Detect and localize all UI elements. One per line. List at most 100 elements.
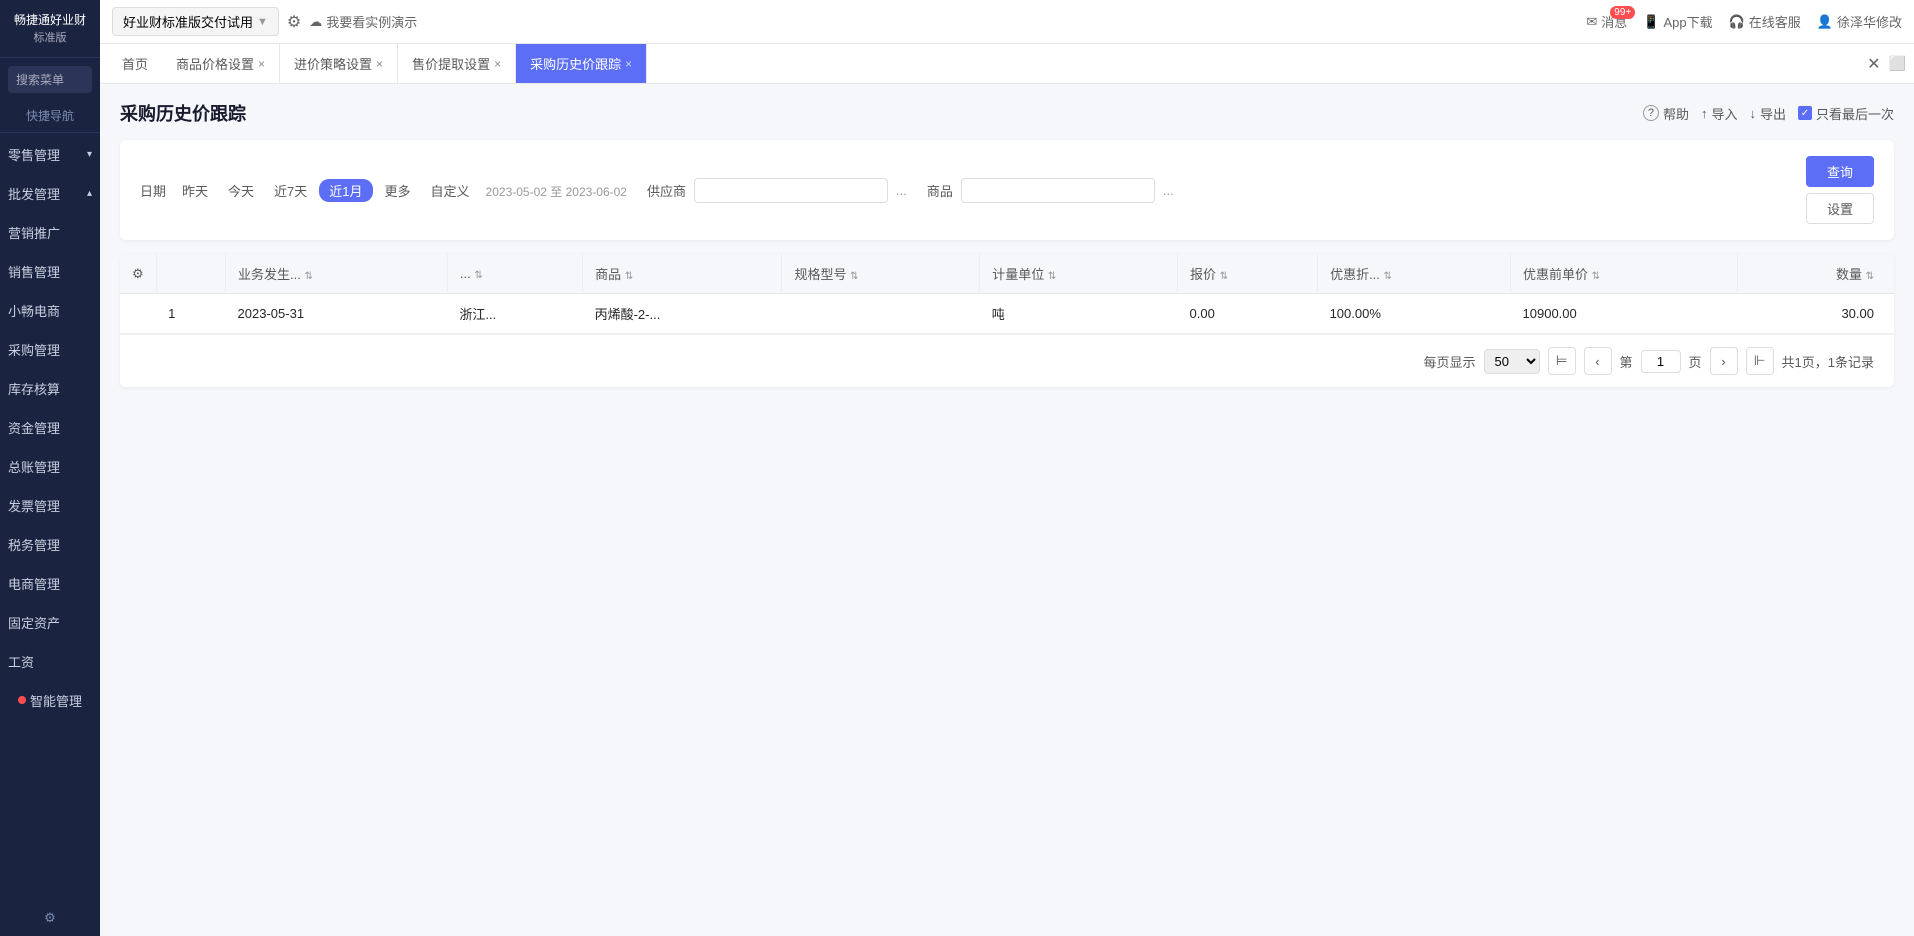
th-spec-label: 规格型号 (794, 267, 846, 282)
version-dropdown-icon: ▼ (257, 16, 268, 28)
tab-home[interactable]: 首页 (108, 44, 162, 84)
page-suffix: 页 (1689, 352, 1702, 371)
goods-filter-group: 商品 ... (927, 178, 1174, 203)
sidebar-item-fixed-assets[interactable]: 固定资产 (0, 603, 100, 642)
table-gear-col[interactable]: ⚙ (120, 254, 156, 294)
tab-sale-price[interactable]: 售价提取设置 × (398, 44, 516, 84)
th-quote[interactable]: 报价 ⇅ (1178, 254, 1318, 294)
sidebar-item-ecommerce-small[interactable]: 小畅电商 (0, 291, 100, 330)
row-goods-cell: 丙烯酸-2-... (583, 294, 782, 334)
only-last-checkbox[interactable]: ✓ (1798, 106, 1812, 120)
tab-price[interactable]: 商品价格设置 × (162, 44, 280, 84)
sidebar-search-area[interactable]: 搜索菜单 (0, 58, 100, 101)
date-btn-1month[interactable]: 近1月 (319, 179, 372, 202)
th-discount[interactable]: 优惠折... ⇅ (1318, 254, 1511, 294)
goods-input[interactable] (961, 178, 1155, 203)
date-btn-custom[interactable]: 自定义 (423, 179, 478, 202)
tab-sale-price-close-icon[interactable]: × (494, 57, 501, 71)
user-name-label: 徐泽华修改 (1837, 12, 1902, 31)
sort-pre-discount-price-icon: ⇅ (1592, 271, 1600, 282)
data-table: ⚙ 业务发生... ⇅ ... ⇅ 商品 ⇅ (120, 254, 1894, 334)
sidebar-item-purchase[interactable]: 采购管理 (0, 330, 100, 369)
sort-quote-icon: ⇅ (1220, 271, 1228, 282)
topbar-right: ✉ 消息 99+ 📱 App下载 🎧 在线客服 👤 徐泽华修改 (1586, 12, 1902, 31)
app-download-icon: 📱 (1643, 14, 1659, 30)
th-unit-label: 计量单位 (992, 267, 1044, 282)
sidebar-item-general-ledger[interactable]: 总账管理 (0, 447, 100, 486)
table-gear-icon[interactable]: ⚙ (132, 266, 144, 281)
user-menu-btn[interactable]: 👤 徐泽华修改 (1817, 12, 1902, 31)
sidebar-item-tax[interactable]: 税务管理 (0, 525, 100, 564)
th-unit[interactable]: 计量单位 ⇅ (980, 254, 1178, 294)
sort-goods-icon: ⇅ (625, 271, 633, 282)
settings-btn[interactable]: 设置 (1806, 193, 1874, 224)
last-page-btn[interactable]: ⊩ (1746, 347, 1774, 375)
row-supplier-cell: 浙江... (447, 294, 582, 334)
import-btn[interactable]: ↑ 导入 (1701, 104, 1738, 123)
user-avatar-icon: 👤 (1817, 14, 1833, 30)
demo-btn[interactable]: ☁ 我要看实例演示 (309, 12, 417, 31)
export-label: 导出 (1760, 104, 1786, 123)
th-quantity[interactable]: 数量 ⇅ (1737, 254, 1894, 294)
page-actions: ? 帮助 ↑ 导入 ↓ 导出 ✓ 只看最后一次 (1643, 104, 1894, 123)
settings-icon[interactable]: ⚙ (287, 12, 301, 32)
sidebar-divider (0, 132, 100, 133)
sidebar-item-inventory[interactable]: 库存核算 (0, 369, 100, 408)
th-pre-discount-price[interactable]: 优惠前单价 ⇅ (1511, 254, 1738, 294)
sidebar-gear-btn[interactable]: ⚙ (0, 900, 100, 936)
row-quote-cell: 0.00 (1178, 294, 1318, 334)
help-btn[interactable]: ? 帮助 (1643, 104, 1689, 123)
th-spec[interactable]: 规格型号 ⇅ (782, 254, 980, 294)
service-btn[interactable]: 🎧 在线客服 (1729, 12, 1801, 31)
sidebar-item-smart[interactable]: 智能管理 (0, 681, 100, 720)
row-discount-cell: 100.00% (1318, 294, 1511, 334)
sort-quantity-icon: ⇅ (1866, 271, 1874, 282)
message-icon: ✉ (1586, 14, 1597, 30)
export-btn[interactable]: ↓ 导出 (1749, 104, 1786, 123)
sidebar-item-payroll[interactable]: 工资 (0, 642, 100, 681)
date-range-display: 2023-05-02 至 2023-06-02 (486, 183, 627, 200)
window-close-icon[interactable]: ✕ (1867, 54, 1880, 74)
date-btn-more[interactable]: 更多 (377, 179, 419, 202)
only-last-checkbox-group[interactable]: ✓ 只看最后一次 (1798, 104, 1894, 123)
first-page-btn[interactable]: ⊨ (1548, 347, 1576, 375)
sidebar-item-marketing[interactable]: 营销推广 (0, 213, 100, 252)
sidebar-item-invoice[interactable]: 发票管理 (0, 486, 100, 525)
sidebar-item-finance[interactable]: 资金管理 (0, 408, 100, 447)
sidebar-item-wholesale[interactable]: 批发管理 ▴ (0, 174, 100, 213)
th-goods[interactable]: 商品 ⇅ (583, 254, 782, 294)
sidebar-item-sales[interactable]: 销售管理 (0, 252, 100, 291)
tab-history-price-close-icon[interactable]: × (625, 57, 632, 71)
supplier-dots[interactable]: ... (896, 183, 907, 198)
app-download-btn[interactable]: 📱 App下载 (1643, 12, 1712, 31)
message-btn[interactable]: ✉ 消息 99+ (1586, 12, 1627, 31)
sidebar-quick-nav[interactable]: 快捷导航 (0, 101, 100, 130)
supplier-filter-label: 供应商 (647, 181, 686, 200)
date-btn-yesterday[interactable]: 昨天 (174, 179, 216, 202)
sidebar-item-ecommerce[interactable]: 电商管理 (0, 564, 100, 603)
tab-price-close-icon[interactable]: × (258, 57, 265, 71)
only-last-label: 只看最后一次 (1816, 104, 1894, 123)
page-number-input[interactable] (1641, 350, 1681, 373)
tab-purchase-strategy-close-icon[interactable]: × (376, 57, 383, 71)
th-goods-label: 商品 (595, 267, 621, 282)
table-card: ⚙ 业务发生... ⇅ ... ⇅ 商品 ⇅ (120, 254, 1894, 387)
next-page-btn[interactable]: › (1710, 347, 1738, 375)
sort-unit-icon: ⇅ (1048, 271, 1056, 282)
query-btn[interactable]: 查询 (1806, 156, 1874, 187)
goods-dots[interactable]: ... (1163, 183, 1174, 198)
th-business-date[interactable]: 业务发生... ⇅ (226, 254, 448, 294)
supplier-input[interactable] (694, 178, 888, 203)
window-maximize-icon[interactable]: ⬜ (1889, 55, 1906, 72)
version-select[interactable]: 好业财标准版交付试用 ▼ (112, 7, 279, 36)
date-btn-7days[interactable]: 近7天 (266, 179, 315, 202)
table-header-row: ⚙ 业务发生... ⇅ ... ⇅ 商品 ⇅ (120, 254, 1894, 294)
th-business-date-label: 业务发生... (238, 267, 301, 282)
prev-page-btn[interactable]: ‹ (1584, 347, 1612, 375)
tab-purchase-strategy[interactable]: 进价策略设置 × (280, 44, 398, 84)
tab-history-price[interactable]: 采购历史价跟踪 × (516, 44, 647, 84)
sidebar-search-btn[interactable]: 搜索菜单 (8, 66, 92, 93)
per-page-select[interactable]: 50 10 20 100 (1484, 349, 1540, 374)
date-btn-today[interactable]: 今天 (220, 179, 262, 202)
sidebar-item-retail[interactable]: 零售管理 ▾ (0, 135, 100, 174)
